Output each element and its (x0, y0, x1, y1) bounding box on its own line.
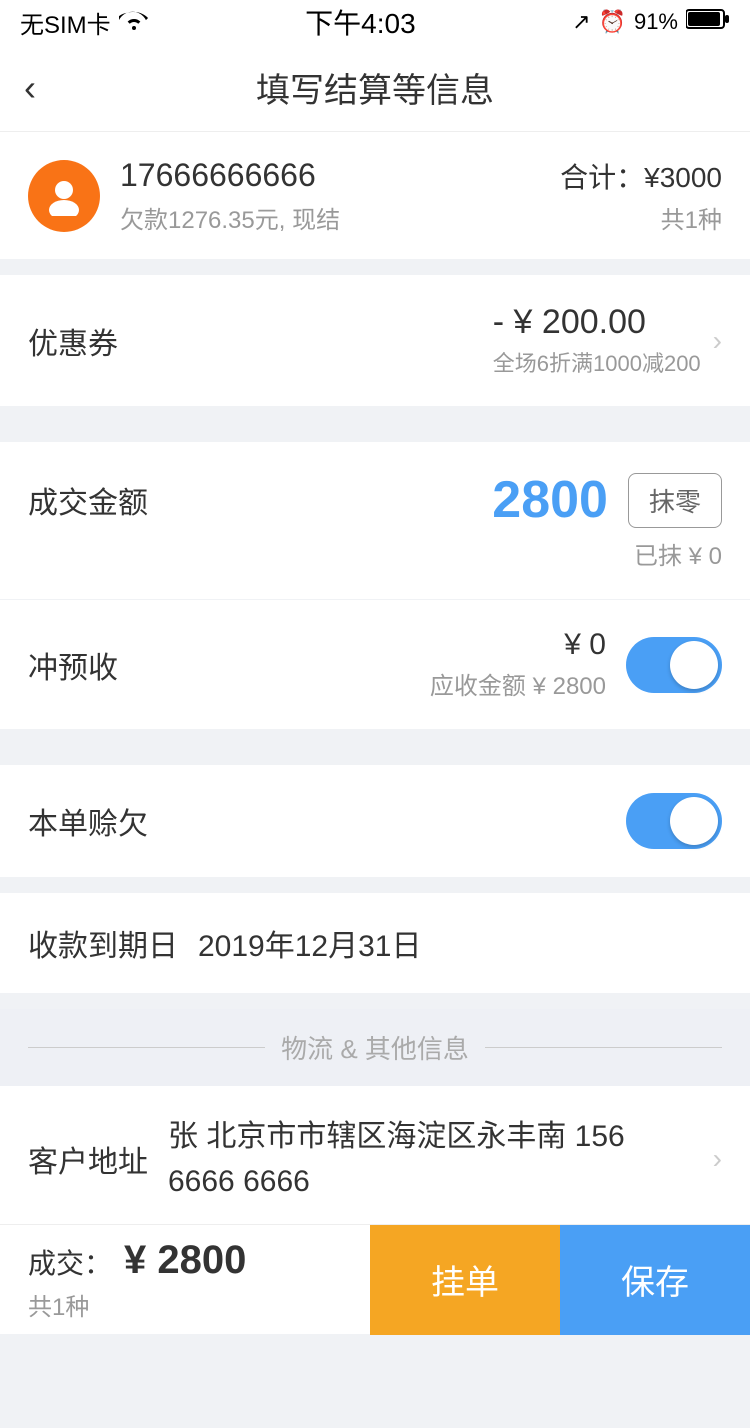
coupon-right: - ¥ 200.00 全场6折满1000减200 › (493, 303, 722, 378)
section-header: 物流 & 其他信息 (0, 1009, 750, 1086)
prepay-toggle[interactable] (626, 637, 722, 693)
total-amount: ¥3000 (644, 162, 722, 193)
chevron-right-icon: › (713, 325, 722, 357)
amount-right: 2800 抹零 (492, 470, 722, 530)
deal-amount: ¥ 2800 (124, 1238, 246, 1283)
credit-label: 本单赊欠 (28, 799, 148, 843)
prepay-right: ¥ 0 应收金额 ¥ 2800 (430, 628, 722, 701)
customer-total: 合计：¥3000 共1种 (560, 156, 722, 235)
deal-row: 成交： ¥ 2800 (28, 1238, 342, 1283)
customer-phone: 17666666666 (120, 157, 340, 194)
prepay-val: ¥ 0 (430, 628, 606, 662)
section-divider-1 (0, 422, 750, 442)
amount-value[interactable]: 2800 (492, 470, 608, 530)
customer-left: 17666666666 欠款1276.35元, 现结 (28, 157, 340, 235)
bottom-bar: 成交： ¥ 2800 共1种 挂单 保存 (0, 1224, 750, 1334)
duedate-section: 收款到期日 2019年12月31日 (0, 893, 750, 993)
address-section[interactable]: 客户地址 张 北京市市辖区海淀区永丰南 156 6666 6666 › (0, 1086, 750, 1232)
status-right: ↗ ⏰ 91% (572, 8, 730, 36)
status-left: 无SIM卡 (20, 5, 149, 40)
avatar (28, 160, 100, 232)
battery-icon (686, 8, 730, 36)
prepay-receivable: 应收金额 ¥ 2800 (430, 666, 606, 701)
credit-toggle[interactable] (626, 793, 722, 849)
customer-row: 17666666666 欠款1276.35元, 现结 合计：¥3000 共1种 (0, 132, 750, 259)
location-icon: ↗ (572, 9, 590, 35)
pending-button[interactable]: 挂单 (370, 1225, 560, 1335)
wifi-icon (119, 8, 149, 37)
prepay-label: 冲预收 (28, 643, 118, 687)
deal-count: 共1种 (28, 1287, 342, 1322)
coupon-info: - ¥ 200.00 全场6折满1000减200 (493, 303, 701, 378)
back-button[interactable]: ‹ (24, 67, 36, 109)
battery-label: 91% (634, 9, 678, 35)
coupon-row[interactable]: 优惠券 - ¥ 200.00 全场6折满1000减200 › (0, 275, 750, 406)
no-sim-label: 无SIM卡 (20, 5, 111, 40)
page-title: 填写结算等信息 (256, 63, 494, 112)
coupon-desc: 全场6折满1000减200 (493, 346, 701, 378)
coupon-label: 优惠券 (28, 319, 118, 363)
status-bar: 无SIM卡 下午4:03 ↗ ⏰ 91% (0, 0, 750, 44)
alarm-icon: ⏰ (599, 9, 626, 35)
duedate-label: 收款到期日 (28, 921, 178, 965)
amount-row: 成交金额 2800 抹零 (28, 470, 722, 530)
address-label: 客户地址 (28, 1137, 148, 1181)
save-button[interactable]: 保存 (560, 1225, 750, 1335)
duedate-row: 收款到期日 2019年12月31日 (28, 921, 722, 965)
status-time: 下午4:03 (305, 2, 416, 42)
amount-section: 成交金额 2800 抹零 已抹 ¥ 0 (0, 442, 750, 599)
address-chevron-icon: › (713, 1143, 722, 1175)
amount-note: 已抹 ¥ 0 (28, 536, 722, 571)
deal-label: 成交： (28, 1242, 112, 1282)
prepay-amount: ¥ 0 应收金额 ¥ 2800 (430, 628, 606, 701)
section-line-right (485, 1047, 722, 1048)
section-divider-2 (0, 745, 750, 765)
prepay-section: 冲预收 ¥ 0 应收金额 ¥ 2800 (0, 599, 750, 729)
round-button[interactable]: 抹零 (628, 473, 722, 528)
address-value: 张 北京市市辖区海淀区永丰南 156 6666 6666 (148, 1114, 713, 1204)
bottom-summary: 成交： ¥ 2800 共1种 (0, 1238, 370, 1322)
section-header-text: 物流 & 其他信息 (281, 1029, 469, 1066)
section-line-left (28, 1047, 265, 1048)
duedate-value: 2019年12月31日 (198, 921, 421, 965)
customer-info: 17666666666 欠款1276.35元, 现结 (120, 157, 340, 235)
amount-label: 成交金额 (28, 478, 148, 522)
customer-debt: 欠款1276.35元, 现结 (120, 200, 340, 235)
credit-toggle-knob (670, 797, 718, 845)
total-label-amount: 合计：¥3000 (560, 156, 722, 196)
coupon-discount: - ¥ 200.00 (493, 303, 701, 342)
toggle-knob (670, 641, 718, 689)
credit-section: 本单赊欠 (0, 765, 750, 877)
nav-bar: ‹ 填写结算等信息 (0, 44, 750, 132)
total-label: 合计： (560, 162, 644, 193)
item-count: 共1种 (560, 200, 722, 235)
prepay-row: 冲预收 ¥ 0 应收金额 ¥ 2800 (28, 628, 722, 701)
